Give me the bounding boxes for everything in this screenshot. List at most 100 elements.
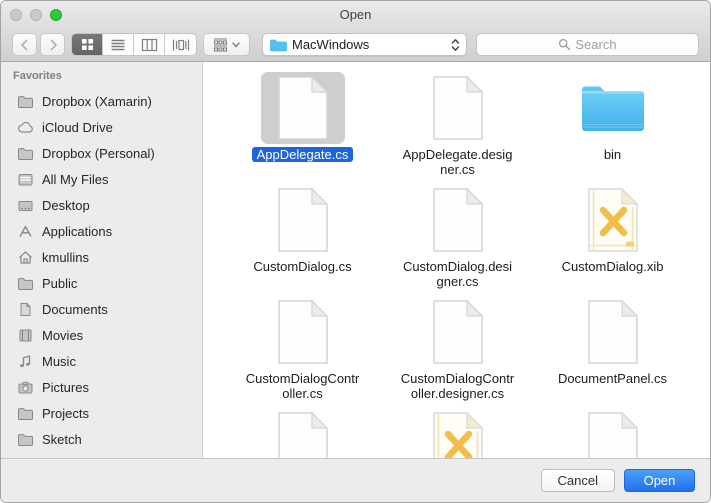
sidebar-item-dropbox-personal[interactable]: Dropbox (Personal) bbox=[1, 140, 202, 166]
sidebar-item-label: iCloud Drive bbox=[42, 119, 113, 135]
sidebar-item-icloud-drive[interactable]: iCloud Drive bbox=[1, 114, 202, 140]
sidebar-item-label: Pictures bbox=[42, 379, 89, 395]
folder-icon bbox=[18, 407, 33, 420]
sidebar-item-label: Music bbox=[42, 353, 76, 369]
coverflow-view-icon bbox=[172, 39, 189, 50]
search-input[interactable]: Search bbox=[476, 33, 699, 56]
chevron-down-icon bbox=[232, 41, 240, 48]
file-grid: AppDelegate.cs AppDelegate.designer.cs b… bbox=[225, 72, 710, 502]
open-button[interactable]: Open bbox=[624, 469, 695, 492]
sidebar-item-pictures[interactable]: Pictures bbox=[1, 374, 202, 400]
file-label: AppDelegate.designer.cs bbox=[402, 147, 513, 177]
list-view-button[interactable] bbox=[103, 34, 134, 55]
file-item-appdelegate-cs[interactable]: AppDelegate.cs bbox=[225, 72, 380, 184]
sidebar-item-public[interactable]: Public bbox=[1, 270, 202, 296]
document-file-icon bbox=[277, 76, 328, 140]
folder-icon bbox=[18, 147, 33, 160]
popup-stepper-icon bbox=[451, 38, 460, 51]
grid-view-icon bbox=[81, 39, 93, 50]
magnifier-icon bbox=[559, 38, 571, 51]
applications-icon bbox=[19, 225, 32, 237]
desktop-icon bbox=[18, 200, 33, 211]
film-icon bbox=[19, 329, 32, 341]
window-header: Open MacWindows Search bbox=[1, 1, 710, 62]
toolbar: MacWindows Search bbox=[1, 28, 710, 61]
sidebar-item-label: Public bbox=[42, 275, 78, 291]
history-nav bbox=[12, 33, 65, 56]
sidebar-item-label: Sketch bbox=[42, 431, 82, 447]
sidebar-item-label: Desktop bbox=[42, 197, 90, 213]
file-label: CustomDialogController.cs bbox=[245, 371, 360, 401]
sidebar-item-dropbox-xamarin[interactable]: Dropbox (Xamarin) bbox=[1, 88, 202, 114]
folder-file-icon bbox=[581, 86, 644, 131]
sidebar-item-all-my-files[interactable]: All My Files bbox=[1, 166, 202, 192]
file-item-customdialogcontroller-designer-cs[interactable]: CustomDialogController.designer.cs bbox=[380, 296, 535, 408]
chevron-left-icon bbox=[20, 39, 27, 50]
camera-icon bbox=[18, 381, 33, 393]
sidebar-section-title: Favorites bbox=[13, 70, 62, 82]
forward-button[interactable] bbox=[40, 33, 65, 56]
column-view-button[interactable] bbox=[134, 34, 165, 55]
document-file-icon bbox=[432, 188, 483, 252]
document-file-icon bbox=[277, 300, 328, 364]
document-file-icon bbox=[277, 188, 328, 252]
sidebar-item-sketch[interactable]: Sketch bbox=[1, 426, 202, 452]
file-label: CustomDialog.designer.cs bbox=[402, 259, 513, 289]
sidebar-item-documents[interactable]: Documents bbox=[1, 296, 202, 322]
file-browser: AppDelegate.cs AppDelegate.designer.cs b… bbox=[203, 62, 710, 502]
back-button[interactable] bbox=[12, 33, 37, 56]
arrange-button[interactable] bbox=[203, 33, 250, 56]
sidebar-item-label: Dropbox (Personal) bbox=[42, 145, 155, 161]
file-item-customdialog-designer-cs[interactable]: CustomDialog.designer.cs bbox=[380, 184, 535, 296]
file-label: DocumentPanel.cs bbox=[557, 371, 668, 386]
sidebar-item-label: Documents bbox=[42, 301, 108, 317]
column-view-icon bbox=[141, 38, 157, 51]
file-item-customdialog-cs[interactable]: CustomDialog.cs bbox=[225, 184, 380, 296]
file-label: AppDelegate.cs bbox=[251, 147, 354, 162]
file-item-appdelegate-designer-cs[interactable]: AppDelegate.designer.cs bbox=[380, 72, 535, 184]
titlebar[interactable]: Open bbox=[1, 1, 710, 28]
dialog-footer: Cancel Open bbox=[1, 458, 710, 502]
music-note-icon bbox=[20, 354, 31, 367]
coverflow-view-button[interactable] bbox=[165, 34, 196, 55]
cancel-button[interactable]: Cancel bbox=[540, 469, 615, 492]
file-label: bin bbox=[603, 147, 622, 162]
sidebar-item-label: Applications bbox=[42, 223, 113, 239]
folder-icon bbox=[18, 95, 33, 108]
open-dialog: Open MacWindows Search Favorites Dropbox… bbox=[0, 0, 711, 503]
chevron-right-icon bbox=[50, 39, 57, 50]
files-stack-icon bbox=[18, 173, 33, 185]
sidebar-item-label: Projects bbox=[42, 405, 89, 421]
search-placeholder: Search bbox=[575, 37, 617, 52]
file-item-customdialogcontroller-cs[interactable]: CustomDialogController.cs bbox=[225, 296, 380, 408]
file-label: CustomDialog.cs bbox=[253, 259, 352, 274]
file-label: CustomDialogController.designer.cs bbox=[400, 371, 515, 401]
sidebar: Favorites Dropbox (Xamarin) iCloud Drive… bbox=[1, 62, 203, 502]
document-icon bbox=[20, 302, 31, 316]
xib-file-icon bbox=[587, 188, 638, 252]
folder-icon bbox=[18, 433, 33, 446]
icon-view-button[interactable] bbox=[72, 34, 103, 55]
sidebar-item-label: Dropbox (Xamarin) bbox=[42, 93, 152, 109]
sidebar-item-music[interactable]: Music bbox=[1, 348, 202, 374]
list-view-icon bbox=[111, 39, 125, 50]
folder-icon bbox=[18, 277, 33, 290]
sidebar-item-movies[interactable]: Movies bbox=[1, 322, 202, 348]
sidebar-item-projects[interactable]: Projects bbox=[1, 400, 202, 426]
file-item-bin[interactable]: bin bbox=[535, 72, 690, 184]
folder-dropdown[interactable]: MacWindows bbox=[262, 33, 467, 56]
dialog-content: Favorites Dropbox (Xamarin) iCloud Drive… bbox=[1, 62, 710, 502]
folder-dropdown-value: MacWindows bbox=[292, 37, 370, 52]
blue-folder-icon bbox=[270, 39, 287, 51]
home-icon bbox=[19, 250, 32, 264]
file-item-documentpanel-cs[interactable]: DocumentPanel.cs bbox=[535, 296, 690, 408]
sidebar-item-label: kmullins bbox=[42, 249, 89, 265]
sidebar-item-kmullins[interactable]: kmullins bbox=[1, 244, 202, 270]
sidebar-item-desktop[interactable]: Desktop bbox=[1, 192, 202, 218]
view-mode-control bbox=[71, 33, 197, 56]
sidebar-item-label: All My Files bbox=[42, 171, 109, 187]
cloud-icon bbox=[18, 121, 33, 133]
sidebar-item-applications[interactable]: Applications bbox=[1, 218, 202, 244]
document-file-icon bbox=[587, 300, 638, 364]
file-item-customdialog-xib[interactable]: CustomDialog.xib bbox=[535, 184, 690, 296]
